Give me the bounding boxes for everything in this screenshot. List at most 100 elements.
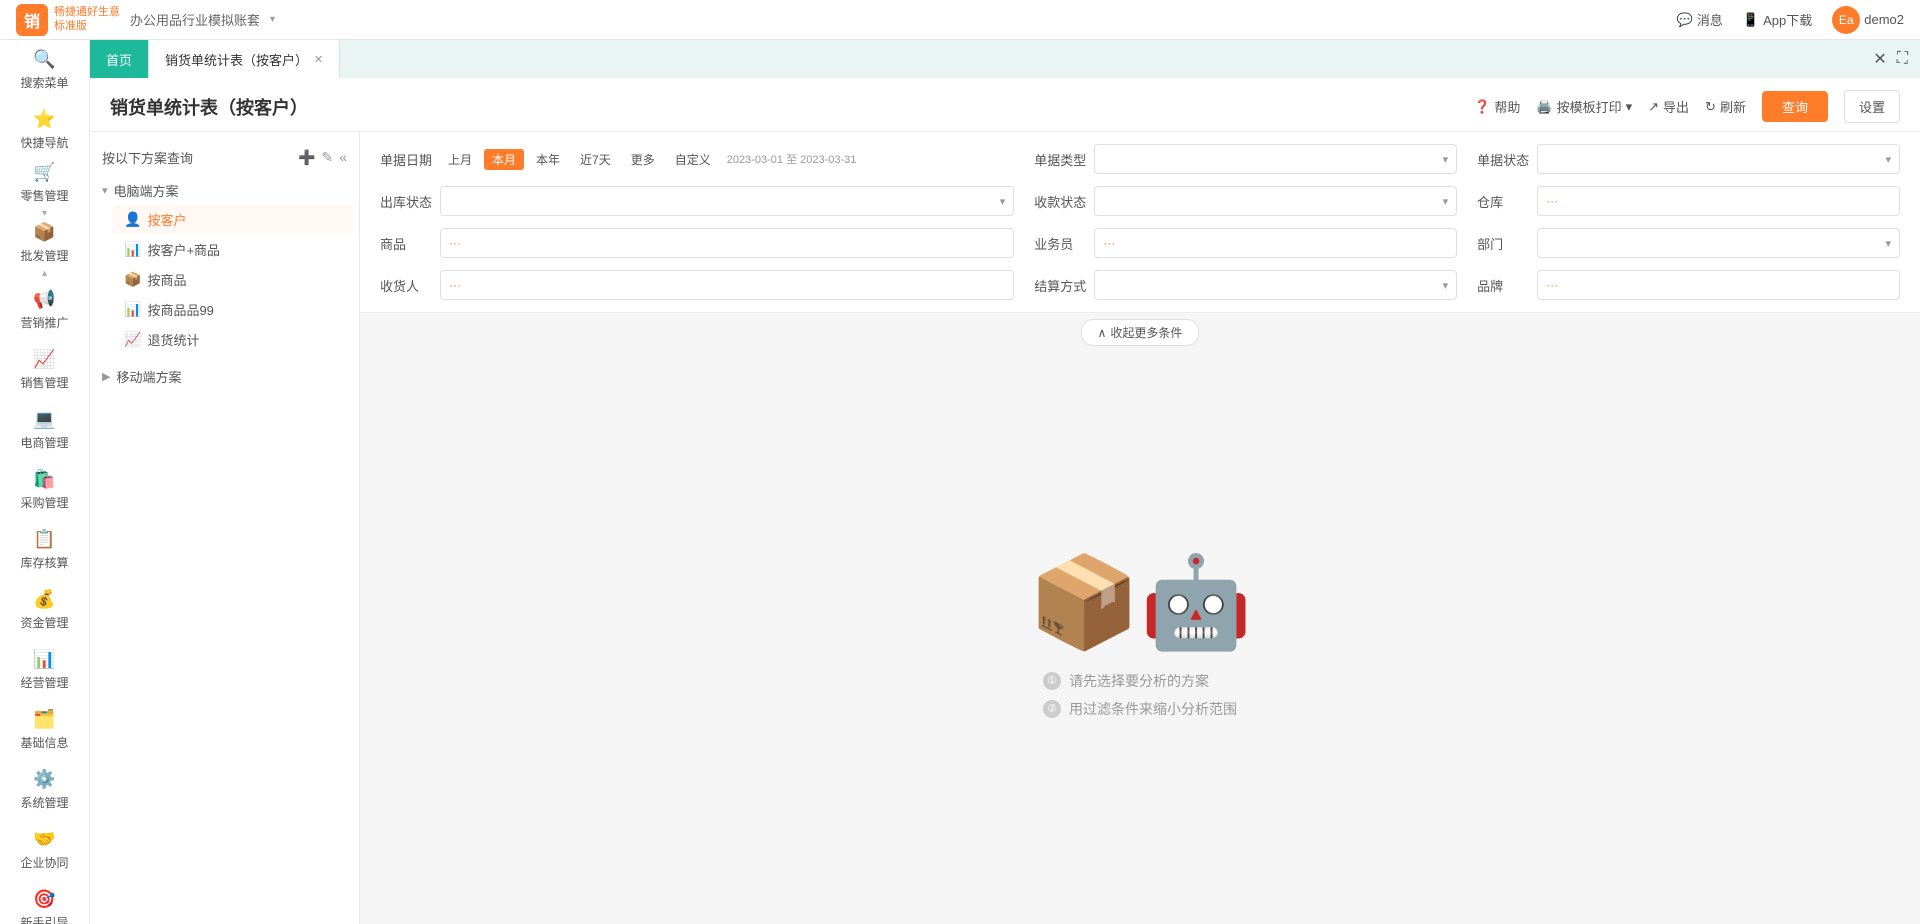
sidebar-item-enterprise[interactable]: 🤝 企业协同 [0,820,89,880]
left-panel: 按以下方案查询 ➕ ✎ « ▾ 电脑端方案 [90,132,360,924]
tree-arrow-down-icon: ▾ [102,184,108,197]
inventory-icon: 📋 [33,529,55,550]
date-tab-custom[interactable]: 自定义 [667,148,719,171]
payment-status-label: 收款状态 [1034,192,1094,211]
refresh-icon: ↻ [1705,99,1716,115]
left-panel-title: 按以下方案查询 [102,148,292,167]
filter-brand: 品牌 ··· [1477,270,1900,300]
tree-item-return-stats[interactable]: 📈 退货统计 [112,325,353,354]
tree-item-by-goods99[interactable]: 📊 按商品品99 [112,295,353,324]
date-tab-more[interactable]: 更多 [623,148,663,171]
tree-item-by-customer-goods[interactable]: 📊 按客户+商品 [112,235,353,264]
sidebar-item-retail[interactable]: 🛒 零售管理 ▾ [0,160,89,220]
tree-items-desktop: 👤 按客户 📊 按客户+商品 📦 按商品 [90,205,359,354]
sidebar-item-newbie[interactable]: 🎯 新手引导 [0,880,89,924]
sidebar-item-quicknav[interactable]: ⭐ 快捷导航 [0,100,89,160]
brand-control[interactable]: ··· [1537,270,1900,300]
brand-label: 品牌 [1477,276,1537,295]
recipient-control[interactable]: ··· [440,270,1014,300]
tab-sales-stats[interactable]: 销货单统计表（按客户） ✕ [149,40,340,78]
dept-dropdown-icon: ▾ [1885,237,1891,250]
goods-text: ··· [449,236,1005,250]
sidebar-item-wholesale[interactable]: 📦 批发管理 ▴ [0,220,89,280]
query-btn[interactable]: 查询 [1762,91,1828,122]
sidebar-item-sales[interactable]: 📈 销售管理 [0,340,89,400]
tree-item-by-goods99-label: 按商品品99 [147,300,213,319]
tab-home-label: 首页 [106,50,132,69]
add-scheme-icon[interactable]: ➕ [298,149,315,166]
warehouse-control[interactable]: ··· [1537,186,1900,216]
filter-dept: 部门 ▾ [1477,228,1900,258]
basic-icon: 🗂️ [33,709,55,730]
sidebar-item-purchase[interactable]: 🛍️ 采购管理 [0,460,89,520]
topbar: 销 畅捷通好生意 标准版 办公用品行业模拟账套 ▾ 💬 消息 📱 App下载 E… [0,0,1920,40]
tree-section-desktop-header[interactable]: ▾ 电脑端方案 [90,177,359,204]
collapse-bar: ∧ 收起更多条件 [360,313,1920,352]
sidebar-item-system[interactable]: ⚙️ 系统管理 [0,760,89,820]
sidebar: 🔍 搜索菜单 ⭐ 快捷导航 🛒 零售管理 ▾ 📦 批发管理 ▴ 📢 营销推广 📈… [0,40,90,924]
doc-type-label: 单据类型 [1034,150,1094,169]
empty-illustration: 📦🤖 [1028,550,1252,655]
dept-control[interactable]: ▾ [1537,228,1900,258]
refresh-btn[interactable]: ↻ 刷新 [1705,97,1746,116]
date-tab-last7[interactable]: 近7天 [572,148,619,171]
tree-item-by-goods[interactable]: 📦 按商品 [112,265,353,294]
app-title: 办公用品行业模拟账套 [130,10,260,29]
collapse-panel-icon[interactable]: « [339,149,347,166]
date-tab-last-month[interactable]: 上月 [440,148,480,171]
filter-row-1: 单据日期 上月 本月 本年 近7天 更多 自定义 2023-03-01 至 20… [380,144,1900,174]
goods-control[interactable]: ··· [440,228,1014,258]
sidebar-item-ecommerce[interactable]: 💻 电商管理 [0,400,89,460]
tab-close-icon[interactable]: ✕ [314,53,323,66]
template-print-btn[interactable]: 🖨️ 按模板打印 ▾ [1536,97,1632,116]
hint-num-2: ② [1043,700,1061,718]
print-dropdown-icon: ▾ [1626,99,1633,115]
payment-status-control[interactable]: ▾ [1094,186,1457,216]
body-area: 按以下方案查询 ➕ ✎ « ▾ 电脑端方案 [90,132,1920,924]
logo-icon: 销 [16,4,48,36]
return-stats-icon: 📈 [124,331,141,348]
out-status-label: 出库状态 [380,192,440,211]
sidebar-item-operation[interactable]: 📊 经营管理 [0,640,89,700]
app-title-dropdown-icon[interactable]: ▾ [270,14,275,25]
doc-status-control[interactable]: ▾ [1537,144,1900,174]
empty-state: 📦🤖 ① 请先选择要分析的方案 ② 用过滤条件来缩小分析范围 [988,352,1292,924]
app-download-action[interactable]: 📱 App下载 [1743,10,1812,29]
edit-scheme-icon[interactable]: ✎ [321,149,333,166]
tree-section-mobile-header[interactable]: ▶ 移动端方案 [90,363,359,390]
doc-type-control[interactable]: ▾ [1094,144,1457,174]
user-area[interactable]: Ea demo2 [1832,6,1904,34]
tab-bar-maximize-btn[interactable]: ⛶ [1897,50,1908,68]
filter-settlement: 结算方式 ▾ [1034,270,1457,300]
message-action[interactable]: 💬 消息 [1677,10,1723,29]
sidebar-item-inventory[interactable]: 📋 库存核算 [0,520,89,580]
tab-bar-close-btn[interactable]: ✕ [1873,49,1886,69]
export-btn[interactable]: ↗ 导出 [1648,97,1689,116]
sidebar-item-finance[interactable]: 💰 资金管理 [0,580,89,640]
purchase-icon: 🛍️ [33,469,55,490]
tab-home[interactable]: 首页 [90,40,149,78]
tree-item-return-stats-label: 退货统计 [147,330,199,349]
recipient-label: 收货人 [380,276,440,295]
tree-item-by-goods-label: 按商品 [147,270,186,289]
out-status-control[interactable]: ▾ [440,186,1014,216]
filter-date: 单据日期 上月 本月 本年 近7天 更多 自定义 2023-03-01 至 20… [380,148,1014,171]
settlement-control[interactable]: ▾ [1094,270,1457,300]
settings-btn[interactable]: 设置 [1844,90,1900,123]
filter-warehouse: 仓库 ··· [1477,186,1900,216]
sidebar-item-marketing[interactable]: 📢 营销推广 [0,280,89,340]
tab-sales-stats-label: 销货单统计表（按客户） [165,50,308,69]
salesperson-control[interactable]: ··· [1094,228,1457,258]
finance-icon: 💰 [33,589,55,610]
tab-bar: 首页 销货单统计表（按客户） ✕ ✕ ⛶ [90,40,1920,78]
date-tab-this-month[interactable]: 本月 [484,149,524,170]
collapse-btn[interactable]: ∧ 收起更多条件 [1081,319,1200,346]
tree-item-by-customer[interactable]: 👤 按客户 [112,205,353,234]
dept-label: 部门 [1477,234,1537,253]
sidebar-item-basic[interactable]: 🗂️ 基础信息 [0,700,89,760]
tree-section-mobile: ▶ 移动端方案 [90,359,359,394]
date-tab-this-year[interactable]: 本年 [528,148,568,171]
help-btn[interactable]: ❓ 帮助 [1474,97,1520,116]
sidebar-item-search[interactable]: 🔍 搜索菜单 [0,40,89,100]
tree-section-desktop-label: 电脑端方案 [114,181,179,200]
